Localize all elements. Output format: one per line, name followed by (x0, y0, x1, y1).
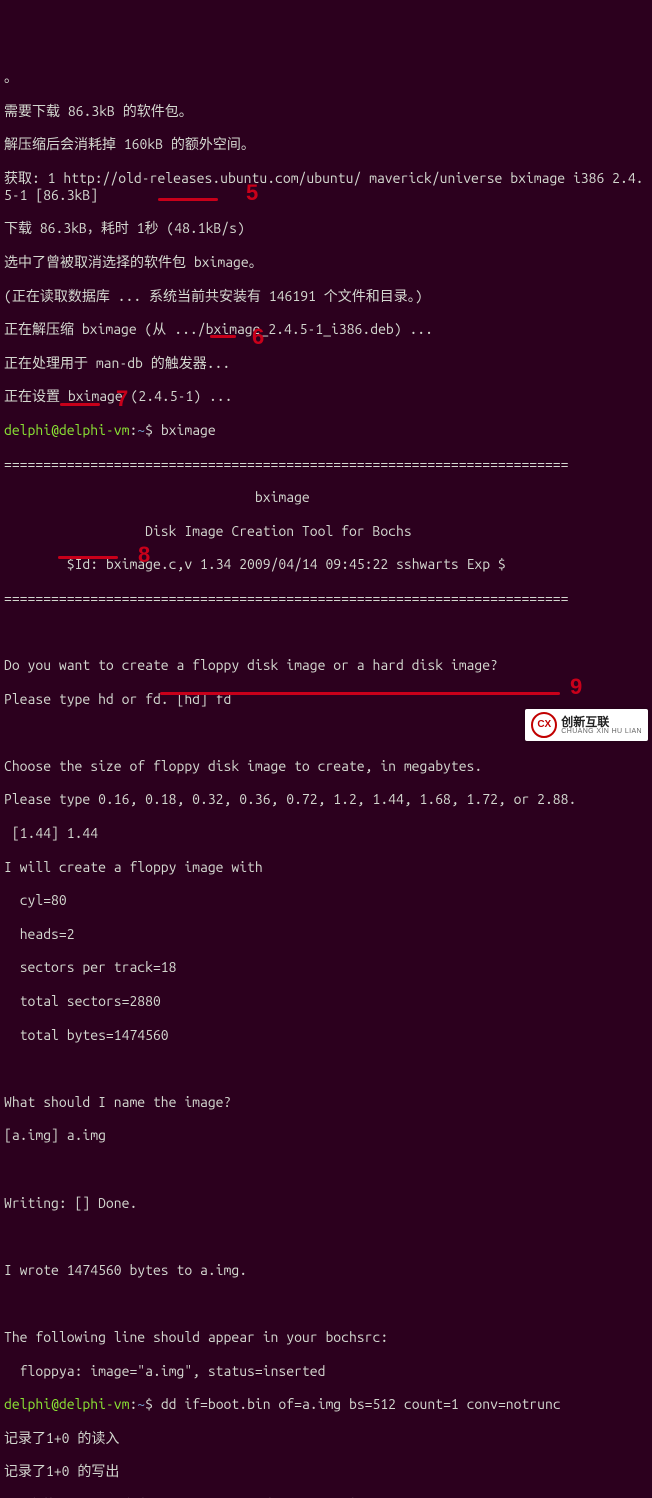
bximage-prompt[interactable]: [a.img] a.img (4, 1127, 648, 1144)
shell-prompt[interactable]: delphi@delphi-vm:~$ bximage (4, 422, 648, 439)
dd-output: 记录了1+0 的写出 (4, 1463, 648, 1480)
apt-line: 选中了曾被取消选择的软件包 bximage。 (4, 254, 648, 271)
apt-line: 正在处理用于 man-db 的触发器... (4, 355, 648, 372)
bximage-prompt[interactable]: [1.44] 1.44 (4, 825, 648, 842)
annotation-underline-5 (158, 198, 218, 201)
apt-line: 。 (4, 69, 648, 86)
apt-line: 解压缩后会消耗掉 160kB 的额外空间。 (4, 136, 648, 153)
blank-line (4, 1060, 648, 1077)
apt-line: (正在读取数据库 ... 系统当前共安装有 146191 个文件和目录。) (4, 288, 648, 305)
annotation-number-5: 5 (246, 182, 258, 204)
bximage-prompt-text: [a.img] (4, 1127, 67, 1143)
apt-line: 正在设置 bximage (2.4.5-1) ... (4, 388, 648, 405)
bximage-output: floppya: image="a.img", status=inserted (4, 1363, 648, 1380)
blank-line (4, 1161, 648, 1178)
bximage-question: Please type 0.16, 0.18, 0.32, 0.36, 0.72… (4, 791, 648, 808)
apt-line: 获取: 1 http://old-releases.ubuntu.com/ubu… (4, 170, 648, 204)
dd-output: 记录了1+0 的读入 (4, 1430, 648, 1447)
bximage-answer-size: 1.44 (67, 825, 98, 841)
annotation-underline-7 (60, 403, 100, 406)
bximage-output: I wrote 1474560 bytes to a.img. (4, 1262, 648, 1279)
bximage-prompt-text: [1.44] (4, 825, 67, 841)
bximage-output: total sectors=2880 (4, 993, 648, 1010)
prompt-path: ~ (137, 422, 145, 438)
apt-line: 下载 86.3kB，耗时 1秒 (48.1kB/s) (4, 220, 648, 237)
prompt-user: delphi@delphi-vm (4, 422, 129, 438)
bximage-rule: ========================================… (4, 590, 648, 607)
apt-line: 正在解压缩 bximage (从 .../bximage_2.4.5-1_i38… (4, 321, 648, 338)
bximage-answer-name: a.img (67, 1127, 106, 1143)
annotation-underline-6 (210, 335, 236, 338)
prompt-path: ~ (137, 1396, 145, 1412)
watermark-logo-icon: CX (531, 712, 557, 738)
bximage-question: Do you want to create a floppy disk imag… (4, 657, 648, 674)
bximage-question: What should I name the image? (4, 1094, 648, 1111)
blank-line (4, 623, 648, 640)
bximage-output: total bytes=1474560 (4, 1027, 648, 1044)
dd-output: 512字节(512 B)已复制，0.000261937 秒，2.0 MB/秒 (4, 1497, 648, 1498)
prompt-user: delphi@delphi-vm (4, 1396, 129, 1412)
blank-line (4, 1295, 648, 1312)
annotation-underline-9 (160, 692, 560, 695)
bximage-output: sectors per track=18 (4, 959, 648, 976)
watermark-en: CHUANG XIN HU LIAN (561, 728, 642, 735)
annotation-underline-8 (58, 556, 118, 559)
annotation-number-6: 6 (252, 326, 264, 348)
bximage-rule: ========================================… (4, 456, 648, 473)
command-bximage: bximage (161, 422, 216, 438)
bximage-output: Writing: [] Done. (4, 1195, 648, 1212)
bximage-output: The following line should appear in your… (4, 1329, 648, 1346)
apt-line: 需要下载 86.3kB 的软件包。 (4, 103, 648, 120)
bximage-question: Choose the size of floppy disk image to … (4, 758, 648, 775)
watermark-cn: 创新互联 (561, 716, 642, 728)
prompt-colon: : (129, 1396, 137, 1412)
bximage-output: heads=2 (4, 926, 648, 943)
bximage-output: I will create a floppy image with (4, 859, 648, 876)
bximage-title: Disk Image Creation Tool for Bochs (4, 523, 648, 540)
bximage-title: bximage (4, 489, 648, 506)
bximage-output: cyl=80 (4, 892, 648, 909)
annotation-number-9: 9 (570, 676, 582, 698)
command-dd: dd if=boot.bin of=a.img bs=512 count=1 c… (161, 1396, 561, 1412)
prompt-dollar: $ (145, 1396, 161, 1412)
annotation-number-7: 7 (116, 388, 128, 410)
blank-line (4, 1228, 648, 1245)
shell-prompt[interactable]: delphi@delphi-vm:~$ dd if=boot.bin of=a.… (4, 1396, 648, 1413)
prompt-dollar: $ (145, 422, 161, 438)
watermark: CX 创新互联 CHUANG XIN HU LIAN (525, 709, 648, 741)
annotation-number-8: 8 (138, 544, 150, 566)
